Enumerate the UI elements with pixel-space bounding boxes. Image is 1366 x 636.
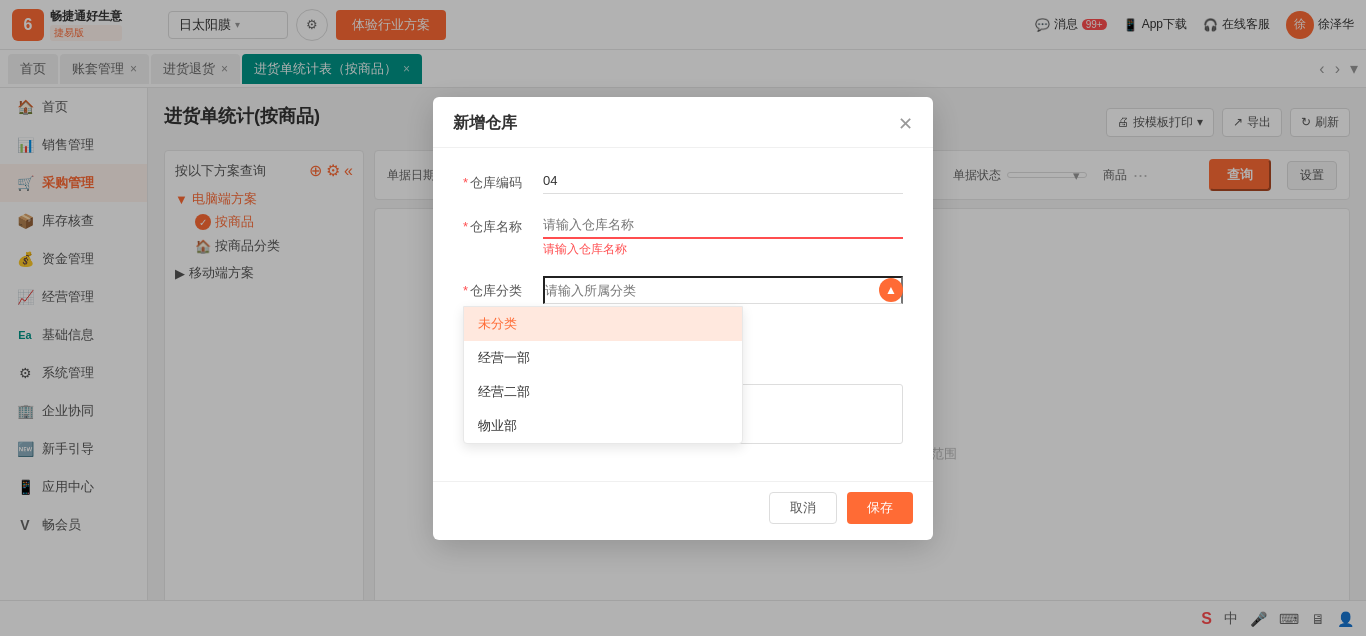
name-label: * 仓库名称 <box>463 212 543 236</box>
dropdown-item-property[interactable]: 物业部 <box>464 409 742 443</box>
category-select-wrapper: ▲ <box>543 276 903 304</box>
form-row-name: * 仓库名称 请输入仓库名称 <box>463 212 903 258</box>
dropdown-item-uncategorized[interactable]: 未分类 <box>464 307 742 341</box>
category-label: * 仓库分类 <box>463 276 543 300</box>
category-toggle-button[interactable]: ▲ <box>879 278 903 302</box>
cancel-button[interactable]: 取消 <box>769 492 837 524</box>
modal-footer: 取消 保存 <box>433 481 933 540</box>
modal-title: 新增仓库 <box>453 113 517 134</box>
modal-add-warehouse: 新增仓库 ✕ * 仓库编码 * 仓库名称 <box>433 97 933 540</box>
form-row-category: * 仓库分类 ▲ 未分类 经营一部 <box>463 276 903 304</box>
code-label: * 仓库编码 <box>463 168 543 192</box>
dropdown-item-dept1[interactable]: 经营一部 <box>464 341 742 375</box>
code-input[interactable] <box>543 168 903 194</box>
modal-close-button[interactable]: ✕ <box>898 113 913 135</box>
modal-overlay[interactable]: 新增仓库 ✕ * 仓库编码 * 仓库名称 <box>0 0 1366 636</box>
name-input[interactable] <box>543 212 903 239</box>
modal-body: * 仓库编码 * 仓库名称 请输入仓库名称 <box>433 148 933 481</box>
name-field: 请输入仓库名称 <box>543 212 903 258</box>
modal-header: 新增仓库 ✕ <box>433 97 933 148</box>
category-field: ▲ 未分类 经营一部 经营二部 物业部 <box>543 276 903 304</box>
form-row-code: * 仓库编码 <box>463 168 903 194</box>
save-button[interactable]: 保存 <box>847 492 913 524</box>
code-field <box>543 168 903 194</box>
category-dropdown: 未分类 经营一部 经营二部 物业部 <box>463 306 743 444</box>
dropdown-item-dept2[interactable]: 经营二部 <box>464 375 742 409</box>
name-error-text: 请输入仓库名称 <box>543 241 903 258</box>
category-input[interactable] <box>543 276 903 304</box>
